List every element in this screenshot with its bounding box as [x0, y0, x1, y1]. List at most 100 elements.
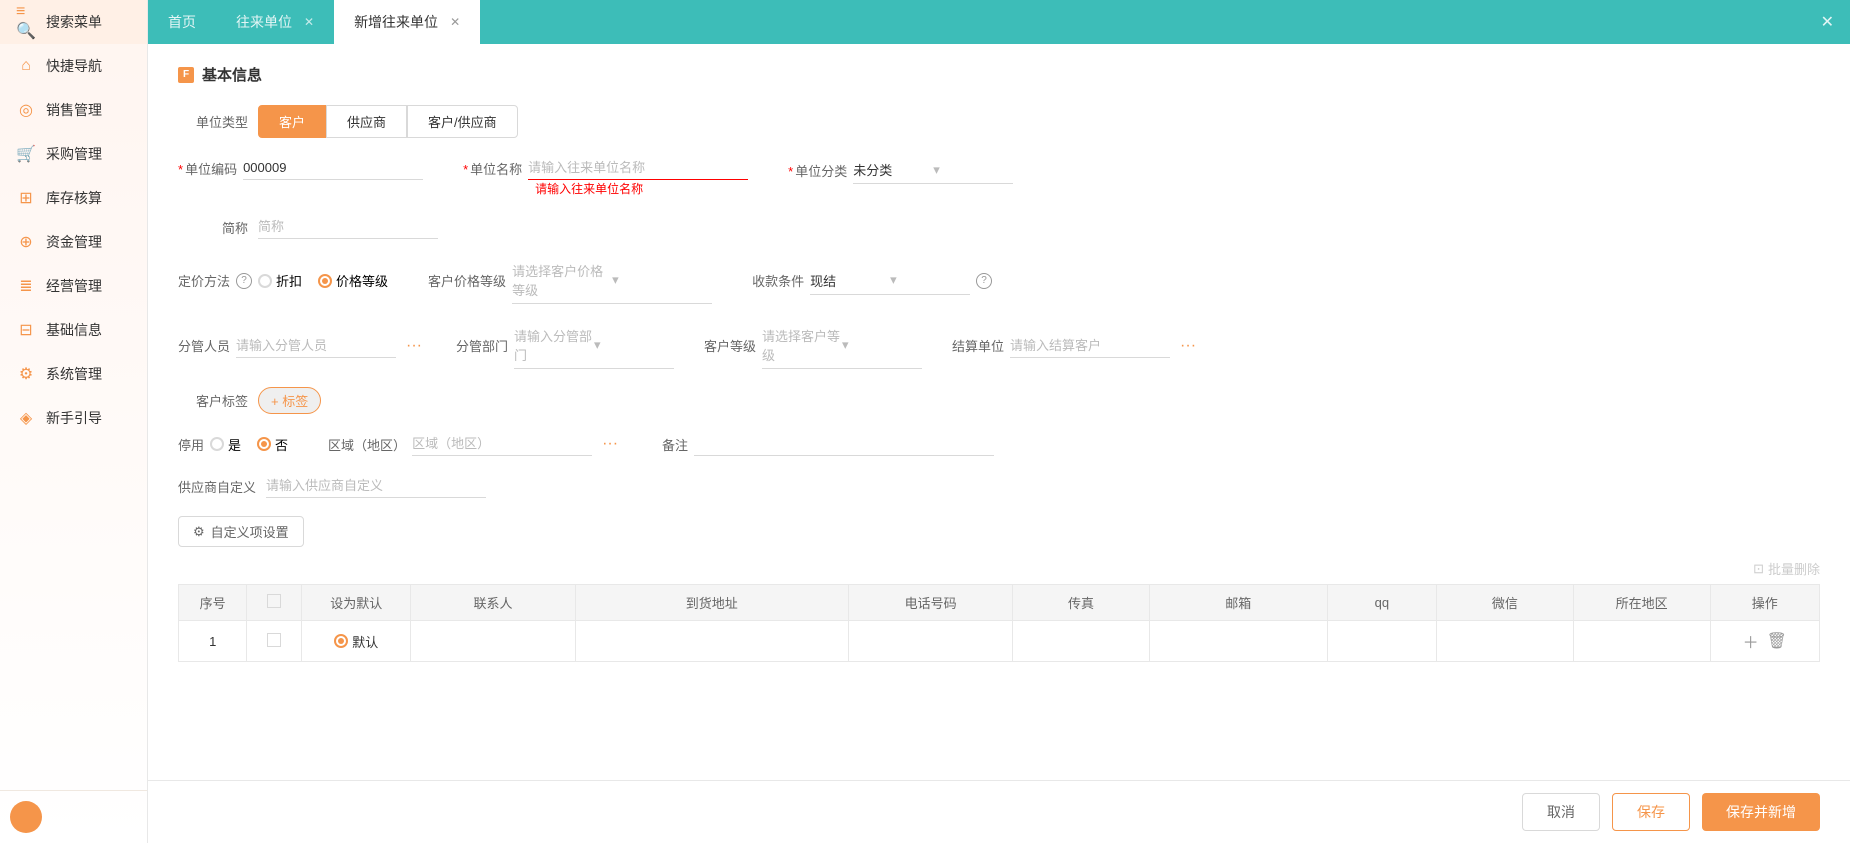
region-input[interactable] [412, 432, 592, 456]
btn-supplier[interactable]: 供应商 [326, 105, 407, 138]
wechat-input[interactable] [1447, 634, 1563, 649]
supplier-custom-input[interactable] [266, 474, 486, 498]
tab-partners-close[interactable]: ✕ [304, 15, 314, 29]
fax-input[interactable] [1023, 634, 1139, 649]
tab-home-label: 首页 [168, 12, 196, 32]
customer-level-group: 客户等级 请选择客户等级 ▾ [704, 322, 922, 369]
region-table-input[interactable] [1584, 634, 1700, 649]
region-group: 区域（地区） ··· [328, 432, 622, 456]
sidebar-item-system[interactable]: ⚙ 系统管理 [0, 352, 147, 396]
radio-no[interactable]: 否 [257, 435, 288, 454]
payment-terms-select[interactable]: 现结 ▾ [810, 267, 970, 295]
customer-level-label: 客户等级 [704, 336, 756, 355]
customer-price-level-select[interactable]: 请选择客户价格等级 ▾ [512, 257, 712, 304]
manager-input[interactable] [236, 334, 396, 358]
address-input[interactable] [586, 634, 839, 649]
header-checkbox[interactable] [267, 594, 281, 608]
th-address: 到货地址 [575, 585, 849, 621]
default-label: 默认 [352, 632, 378, 651]
tab-home[interactable]: 首页 [148, 0, 216, 44]
sidebar-label-guide: 新手引导 [46, 408, 102, 428]
table-row: 1 默认 [179, 621, 1820, 662]
cell-email[interactable] [1149, 621, 1327, 662]
cell-qq[interactable] [1327, 621, 1436, 662]
radio-price-level-circle [318, 274, 332, 288]
main-area: 首页 往来单位 ✕ 新增往来单位 ✕ ✕ F 基本信息 单位类型 客户 供应商 … [148, 0, 1850, 843]
manager-more-icon[interactable]: ··· [402, 337, 426, 355]
btn-both[interactable]: 客户/供应商 [407, 105, 518, 138]
cell-checkbox [247, 621, 302, 662]
tab-partners-label: 往来单位 [236, 12, 292, 32]
cell-address[interactable] [575, 621, 849, 662]
radio-price-level[interactable]: 价格等级 [318, 271, 388, 290]
sidebar-item-guide[interactable]: ◈ 新手引导 [0, 396, 147, 440]
code-name-cat-row: 单位编码 单位名称 请输入往来单位名称 单位分类 未分类 ▾ [178, 156, 1820, 197]
settlement-unit-input[interactable] [1010, 334, 1170, 358]
save-new-button[interactable]: 保存并新增 [1702, 793, 1820, 831]
unit-name-error: 请输入往来单位名称 [463, 180, 748, 197]
radio-yes[interactable]: 是 [210, 435, 241, 454]
custom-settings-button[interactable]: ⚙ 自定义项设置 [178, 516, 304, 547]
radio-discount-circle [258, 274, 272, 288]
th-wechat: 微信 [1437, 585, 1574, 621]
payment-terms-value: 现结 [810, 271, 890, 290]
batch-delete-btn[interactable]: ⊡ 批量删除 [1753, 559, 1820, 578]
tab-new-partner[interactable]: 新增往来单位 ✕ [334, 0, 480, 44]
add-tag-button[interactable]: + 标签 [258, 387, 321, 414]
cell-region[interactable] [1573, 621, 1710, 662]
unit-name-input[interactable] [528, 156, 748, 180]
pricing-help-icon[interactable]: ? [236, 273, 252, 289]
add-row-btn[interactable]: ＋ [1743, 629, 1759, 653]
row-checkbox[interactable] [267, 633, 281, 647]
dept-select[interactable]: 请输入分管部门 ▾ [514, 322, 674, 369]
tab-partners[interactable]: 往来单位 ✕ [216, 0, 334, 44]
manager-row: 分管人员 ··· 分管部门 请输入分管部门 ▾ 客户等级 请选择客户等级 ▾ 结… [178, 322, 1820, 369]
th-fax: 传真 [1013, 585, 1150, 621]
unit-category-label: 单位分类 [788, 161, 847, 180]
unit-code-input[interactable] [243, 156, 423, 180]
contact-input[interactable] [421, 634, 564, 649]
th-qq: qq [1327, 585, 1436, 621]
supplier-custom-row: 供应商自定义 [178, 474, 1820, 498]
sidebar-item-finance[interactable]: ⊕ 资金管理 [0, 220, 147, 264]
radio-discount[interactable]: 折扣 [258, 271, 302, 290]
sidebar-item-purchase[interactable]: 🛒 采购管理 [0, 132, 147, 176]
supplier-custom-label: 供应商自定义 [178, 477, 266, 496]
sidebar-label-search: 搜索菜单 [46, 12, 102, 32]
phone-input[interactable] [859, 634, 1002, 649]
sidebar-item-operation[interactable]: ≣ 经营管理 [0, 264, 147, 308]
delete-row-btn[interactable]: 🗑 [1767, 631, 1787, 651]
sidebar-item-search[interactable]: ≡🔍 搜索菜单 [0, 0, 147, 44]
th-phone: 电话号码 [849, 585, 1013, 621]
remark-input[interactable] [694, 432, 994, 456]
btn-customer[interactable]: 客户 [258, 105, 326, 138]
unit-code-label: 单位编码 [178, 159, 237, 178]
tab-bar-close[interactable]: ✕ [1805, 0, 1850, 44]
cell-fax[interactable] [1013, 621, 1150, 662]
disabled-group: 停用 是 否 [178, 435, 288, 454]
sidebar-item-quick-nav[interactable]: ⌂ 快捷导航 [0, 44, 147, 88]
region-label: 区域（地区） [328, 435, 406, 454]
tab-new-partner-close[interactable]: ✕ [450, 15, 460, 29]
cell-wechat[interactable] [1437, 621, 1574, 662]
contact-table: 序号 设为默认 联系人 到货地址 电话号码 传真 邮箱 qq 微信 所在地区 [178, 584, 1820, 662]
radio-price-level-label: 价格等级 [336, 271, 388, 290]
qq-input[interactable] [1338, 634, 1426, 649]
cell-phone[interactable] [849, 621, 1013, 662]
save-button[interactable]: 保存 [1612, 793, 1690, 831]
cancel-button[interactable]: 取消 [1522, 793, 1600, 831]
radio-discount-label: 折扣 [276, 271, 302, 290]
sidebar-item-sales[interactable]: ◎ 销售管理 [0, 88, 147, 132]
payment-help-icon[interactable]: ? [976, 273, 992, 289]
customer-price-level-group: 客户价格等级 请选择客户价格等级 ▾ [428, 257, 712, 304]
sidebar-item-inventory[interactable]: ⊞ 库存核算 [0, 176, 147, 220]
sidebar-item-basic[interactable]: ⊟ 基础信息 [0, 308, 147, 352]
customer-level-select[interactable]: 请选择客户等级 ▾ [762, 322, 922, 369]
settlement-more-icon[interactable]: ··· [1176, 337, 1200, 355]
short-name-input[interactable] [258, 215, 438, 239]
email-input[interactable] [1160, 634, 1317, 649]
unit-category-select[interactable]: 未分类 ▾ [853, 156, 1013, 184]
region-more-icon[interactable]: ··· [598, 435, 622, 453]
cell-contact[interactable] [411, 621, 575, 662]
sidebar-label-inventory: 库存核算 [46, 188, 102, 208]
